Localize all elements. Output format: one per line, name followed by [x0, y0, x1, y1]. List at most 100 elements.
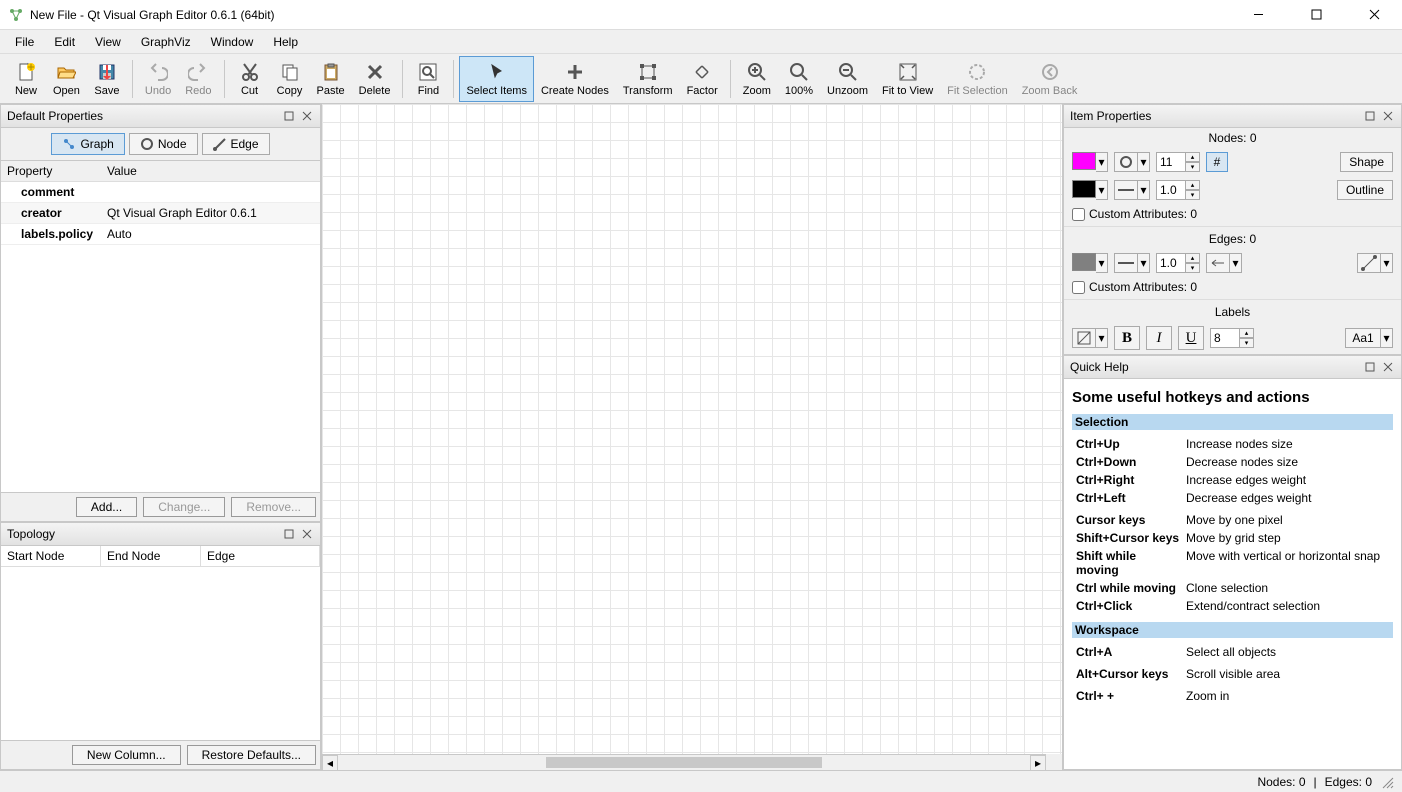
- tool-transform[interactable]: Transform: [616, 56, 680, 102]
- tool-zoom100[interactable]: 100%: [778, 56, 820, 102]
- dock-close-icon[interactable]: [1381, 360, 1395, 374]
- node-size-input[interactable]: [1156, 152, 1186, 172]
- custom-attr-nodes-checkbox[interactable]: [1072, 208, 1085, 221]
- close-button[interactable]: [1354, 1, 1394, 29]
- tab-node[interactable]: Node: [129, 133, 198, 155]
- italic-button[interactable]: I: [1146, 326, 1172, 350]
- maximize-button[interactable]: [1296, 1, 1336, 29]
- tool-find[interactable]: Find: [408, 56, 448, 102]
- dropdown-icon[interactable]: ▾: [1381, 328, 1393, 348]
- tab-graph[interactable]: Graph: [51, 133, 124, 155]
- node-shape-icon[interactable]: [1114, 152, 1138, 172]
- menu-edit[interactable]: Edit: [45, 32, 84, 52]
- node-stroke-input[interactable]: [1156, 180, 1186, 200]
- tool-unzoom[interactable]: Unzoom: [820, 56, 875, 102]
- quick-help-body[interactable]: Some useful hotkeys and actionsSelection…: [1063, 379, 1402, 770]
- spin-down-icon[interactable]: ▾: [1186, 190, 1200, 200]
- topology-headers: Start Node End Node Edge: [1, 546, 320, 567]
- tool-factor[interactable]: Factor: [680, 56, 725, 102]
- change-button[interactable]: Change...: [143, 497, 225, 517]
- node-fill-swatch[interactable]: [1072, 152, 1096, 170]
- line-style-icon[interactable]: [1114, 253, 1138, 273]
- node-stroke-swatch[interactable]: [1072, 180, 1096, 198]
- shape-button[interactable]: Shape: [1340, 152, 1393, 172]
- menu-file[interactable]: File: [6, 32, 43, 52]
- minimize-button[interactable]: [1238, 1, 1278, 29]
- bold-button[interactable]: B: [1114, 326, 1140, 350]
- custom-attr-edges-checkbox[interactable]: [1072, 281, 1085, 294]
- tool-copy[interactable]: Copy: [270, 56, 310, 102]
- hash-button[interactable]: #: [1206, 152, 1228, 172]
- graph-canvas[interactable]: ◂ ▸: [322, 104, 1062, 770]
- arrow-left-icon[interactable]: [1206, 253, 1230, 273]
- property-row[interactable]: creatorQt Visual Graph Editor 0.6.1: [1, 203, 320, 224]
- tool-open[interactable]: Open: [46, 56, 87, 102]
- edge-style-icon[interactable]: [1357, 253, 1381, 273]
- tool-create[interactable]: Create Nodes: [534, 56, 616, 102]
- label-size-input[interactable]: [1210, 328, 1240, 348]
- line-style-icon[interactable]: [1114, 180, 1138, 200]
- scroll-thumb[interactable]: [546, 757, 823, 768]
- col-value[interactable]: Value: [101, 161, 320, 182]
- dock-float-icon[interactable]: [282, 109, 296, 123]
- factor-icon: [691, 61, 713, 83]
- dropdown-icon[interactable]: ▾: [1381, 253, 1393, 273]
- dropdown-icon[interactable]: ▾: [1096, 328, 1108, 348]
- tool-cut[interactable]: Cut: [230, 56, 270, 102]
- spin-up-icon[interactable]: ▴: [1186, 152, 1200, 162]
- tool-fit[interactable]: Fit to View: [875, 56, 940, 102]
- dropdown-icon[interactable]: ▾: [1096, 180, 1108, 200]
- dock-float-icon[interactable]: [1363, 109, 1377, 123]
- tool-select[interactable]: Select Items: [459, 56, 534, 102]
- resize-grip-icon[interactable]: [1380, 775, 1394, 789]
- dock-float-icon[interactable]: [1363, 360, 1377, 374]
- spin-down-icon[interactable]: ▾: [1186, 263, 1200, 273]
- scroll-right-icon[interactable]: ▸: [1030, 755, 1046, 770]
- spin-up-icon[interactable]: ▴: [1240, 328, 1254, 338]
- dock-float-icon[interactable]: [282, 527, 296, 541]
- font-select[interactable]: Aa1: [1345, 328, 1381, 348]
- property-row[interactable]: comment: [1, 182, 320, 203]
- dropdown-icon[interactable]: ▾: [1096, 152, 1108, 172]
- dropdown-icon[interactable]: ▾: [1138, 180, 1150, 200]
- horizontal-scrollbar[interactable]: ◂ ▸: [322, 754, 1046, 770]
- edge-stroke-input[interactable]: [1156, 253, 1186, 273]
- dock-close-icon[interactable]: [1381, 109, 1395, 123]
- menu-graphviz[interactable]: GraphViz: [132, 32, 200, 52]
- scroll-left-icon[interactable]: ◂: [322, 755, 338, 770]
- tool-delete[interactable]: Delete: [352, 56, 398, 102]
- col-end-node[interactable]: End Node: [101, 546, 201, 566]
- spin-up-icon[interactable]: ▴: [1186, 253, 1200, 263]
- new-column-button[interactable]: New Column...: [72, 745, 181, 765]
- menu-view[interactable]: View: [86, 32, 130, 52]
- remove-button[interactable]: Remove...: [231, 497, 316, 517]
- tool-paste[interactable]: Paste: [310, 56, 352, 102]
- dock-close-icon[interactable]: [300, 109, 314, 123]
- edge-color-swatch[interactable]: [1072, 253, 1096, 271]
- tool-zoom[interactable]: Zoom: [736, 56, 778, 102]
- custom-attr-edges[interactable]: Custom Attributes: 0: [1064, 277, 1401, 297]
- dock-close-icon[interactable]: [300, 527, 314, 541]
- property-row[interactable]: labels.policyAuto: [1, 224, 320, 245]
- restore-defaults-button[interactable]: Restore Defaults...: [187, 745, 316, 765]
- add-button[interactable]: Add...: [76, 497, 137, 517]
- tool-save[interactable]: Save: [87, 56, 127, 102]
- custom-attr-nodes[interactable]: Custom Attributes: 0: [1064, 204, 1401, 224]
- underline-button[interactable]: U: [1178, 326, 1204, 350]
- col-edge[interactable]: Edge: [201, 546, 320, 566]
- spin-down-icon[interactable]: ▾: [1240, 338, 1254, 348]
- menu-window[interactable]: Window: [202, 32, 263, 52]
- dropdown-icon[interactable]: ▾: [1138, 152, 1150, 172]
- menu-help[interactable]: Help: [264, 32, 307, 52]
- no-label-icon[interactable]: [1072, 328, 1096, 348]
- col-property[interactable]: Property: [1, 161, 101, 182]
- col-start-node[interactable]: Start Node: [1, 546, 101, 566]
- spin-up-icon[interactable]: ▴: [1186, 180, 1200, 190]
- outline-button[interactable]: Outline: [1337, 180, 1393, 200]
- dropdown-icon[interactable]: ▾: [1230, 253, 1242, 273]
- tool-new[interactable]: New: [6, 56, 46, 102]
- dropdown-icon[interactable]: ▾: [1096, 253, 1108, 273]
- spin-down-icon[interactable]: ▾: [1186, 162, 1200, 172]
- dropdown-icon[interactable]: ▾: [1138, 253, 1150, 273]
- tab-edge[interactable]: Edge: [202, 133, 270, 155]
